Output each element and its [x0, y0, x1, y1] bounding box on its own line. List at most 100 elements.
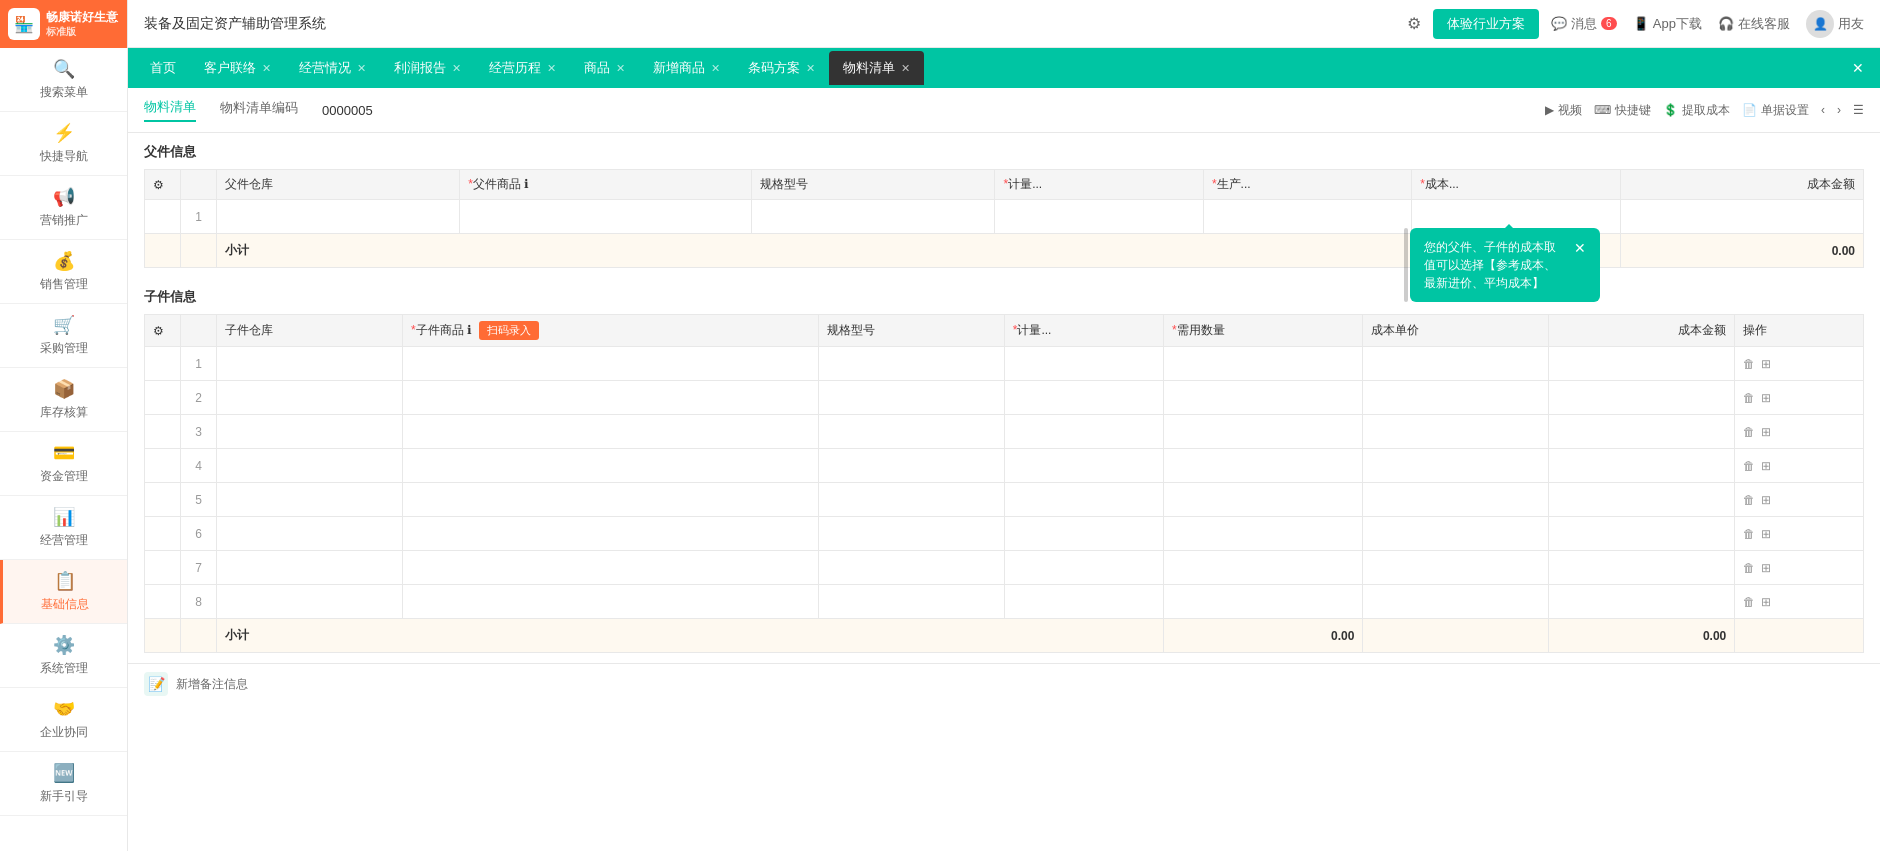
- tab-new-goods[interactable]: 新增商品 ✕: [639, 51, 734, 85]
- child-row-1-goods[interactable]: [402, 347, 818, 381]
- sidebar-item-inventory[interactable]: 📦 库存核算: [0, 368, 127, 432]
- copy-icon-7[interactable]: ⊞: [1761, 561, 1771, 575]
- tab-history[interactable]: 经营历程 ✕: [475, 51, 570, 85]
- parent-row-1-goods[interactable]: [460, 200, 752, 234]
- delete-icon-4[interactable]: 🗑: [1743, 459, 1755, 473]
- sales-icon: 💰: [53, 250, 75, 272]
- tooltip-box: ✕ 您的父件、子件的成本取值可以选择【参考成本、最新进价、平均成本】: [1410, 228, 1600, 302]
- headset-icon: 🎧: [1718, 16, 1734, 31]
- parent-col-warehouse: 父件仓库: [217, 170, 460, 200]
- parent-row-1-produce[interactable]: [1203, 200, 1411, 234]
- child-row-4-action-icons: 🗑 ⊞: [1743, 459, 1855, 473]
- sub-tab-bom-code[interactable]: 物料清单编码: [220, 99, 298, 121]
- parent-row-1-unit[interactable]: [995, 200, 1203, 234]
- child-row-1-unit[interactable]: [1004, 347, 1163, 381]
- child-col-quantity: *需用数量: [1164, 315, 1363, 347]
- child-col-warehouse: 子件仓库: [217, 315, 403, 347]
- video-action[interactable]: ▶ 视频: [1545, 102, 1582, 119]
- close-history-tab[interactable]: ✕: [547, 62, 556, 75]
- search-icon: 🔍: [53, 58, 75, 80]
- sidebar-item-basic-info[interactable]: 📋 基础信息: [0, 560, 127, 624]
- sub-tab-bom[interactable]: 物料清单: [144, 98, 196, 122]
- tab-goods[interactable]: 商品 ✕: [570, 51, 639, 85]
- copy-icon-8[interactable]: ⊞: [1761, 595, 1771, 609]
- parent-row-1-amount: [1620, 200, 1863, 234]
- close-customer-tab[interactable]: ✕: [262, 62, 271, 75]
- close-profit-tab[interactable]: ✕: [452, 62, 461, 75]
- close-all-tabs[interactable]: ✕: [1844, 56, 1872, 80]
- tab-profit[interactable]: 利润报告 ✕: [380, 51, 475, 85]
- extract-cost-action[interactable]: 💲 提取成本: [1663, 102, 1730, 119]
- message-btn[interactable]: 💬 消息 6: [1551, 15, 1617, 33]
- app-download-btn[interactable]: 📱 App下载: [1633, 15, 1702, 33]
- copy-icon-2[interactable]: ⊞: [1761, 391, 1771, 405]
- doc-settings-action[interactable]: 📄 单据设置: [1742, 102, 1809, 119]
- child-row-1-spec[interactable]: [818, 347, 1004, 381]
- child-subtotal-label: 小计: [217, 619, 1164, 653]
- user-menu[interactable]: 👤 用友: [1806, 10, 1864, 38]
- delete-icon-8[interactable]: 🗑: [1743, 595, 1755, 609]
- delete-icon-3[interactable]: 🗑: [1743, 425, 1755, 439]
- child-row-3-action-icons: 🗑 ⊞: [1743, 425, 1855, 439]
- child-row-1-unit-cost[interactable]: [1363, 347, 1549, 381]
- topbar-title: 装备及固定资产辅助管理系统: [144, 15, 1395, 33]
- delete-icon-6[interactable]: 🗑: [1743, 527, 1755, 541]
- copy-icon-3[interactable]: ⊞: [1761, 425, 1771, 439]
- parent-row-1-warehouse[interactable]: [217, 200, 460, 234]
- play-icon: ▶: [1545, 103, 1554, 117]
- tab-home[interactable]: 首页: [136, 51, 190, 85]
- close-barcode-tab[interactable]: ✕: [806, 62, 815, 75]
- copy-icon-6[interactable]: ⊞: [1761, 527, 1771, 541]
- close-goods-tab[interactable]: ✕: [616, 62, 625, 75]
- child-row-1-warehouse[interactable]: [217, 347, 403, 381]
- copy-icon-5[interactable]: ⊞: [1761, 493, 1771, 507]
- child-col-amount: 成本金额: [1549, 315, 1735, 347]
- tooltip-close-btn[interactable]: ✕: [1574, 238, 1586, 259]
- tab-bom[interactable]: 物料清单 ✕: [829, 51, 924, 85]
- nav-next[interactable]: ›: [1837, 103, 1841, 117]
- copy-icon-4[interactable]: ⊞: [1761, 459, 1771, 473]
- sidebar-item-operations[interactable]: 📊 经营管理: [0, 496, 127, 560]
- close-new-goods-tab[interactable]: ✕: [711, 62, 720, 75]
- shortcut-action[interactable]: ⌨ 快捷键: [1594, 102, 1651, 119]
- sidebar-item-purchase[interactable]: 🛒 采购管理: [0, 304, 127, 368]
- child-row-1-quantity[interactable]: [1164, 347, 1363, 381]
- sidebar-item-guide[interactable]: 🆕 新手引导: [0, 752, 127, 816]
- delete-icon-5[interactable]: 🗑: [1743, 493, 1755, 507]
- child-col-settings[interactable]: ⚙: [145, 315, 181, 347]
- sidebar-item-finance[interactable]: 💳 资金管理: [0, 432, 127, 496]
- settings-icon[interactable]: ⚙: [1407, 14, 1421, 33]
- sidebar-item-search[interactable]: 🔍 搜索菜单: [0, 48, 127, 112]
- tab-barcode[interactable]: 条码方案 ✕: [734, 51, 829, 85]
- parent-subtotal-num: [181, 234, 217, 268]
- copy-icon[interactable]: ⊞: [1761, 357, 1771, 371]
- sidebar-item-quick-nav[interactable]: ⚡ 快捷导航: [0, 112, 127, 176]
- child-row-8-action-icons: 🗑 ⊞: [1743, 595, 1855, 609]
- sidebar-item-sales[interactable]: 💰 销售管理: [0, 240, 127, 304]
- delete-icon-2[interactable]: 🗑: [1743, 391, 1755, 405]
- sidebar-item-system[interactable]: ⚙️ 系统管理: [0, 624, 127, 688]
- child-section-title: 子件信息: [144, 288, 1864, 306]
- bottom-text[interactable]: 新增备注信息: [176, 676, 248, 693]
- try-industry-btn[interactable]: 体验行业方案: [1433, 9, 1539, 39]
- menu-icon-action[interactable]: ☰: [1853, 103, 1864, 117]
- sub-header: 物料清单 物料清单编码 0000005 ▶ 视频 ⌨ 快捷键 💲 提取成本: [128, 88, 1880, 133]
- sidebar-item-marketing[interactable]: 📢 营销推广: [0, 176, 127, 240]
- avatar: 👤: [1806, 10, 1834, 38]
- child-row-1-action: 🗑 ⊞: [1735, 347, 1864, 381]
- close-operations-tab[interactable]: ✕: [357, 62, 366, 75]
- parent-subtotal-row: 小计 0.00: [145, 234, 1864, 268]
- sidebar-item-enterprise[interactable]: 🤝 企业协同: [0, 688, 127, 752]
- child-row-6-action-icons: 🗑 ⊞: [1743, 527, 1855, 541]
- bottom-area: 📝 新增备注信息: [128, 663, 1880, 704]
- close-bom-tab[interactable]: ✕: [901, 62, 910, 75]
- online-service-btn[interactable]: 🎧 在线客服: [1718, 15, 1790, 33]
- parent-row-1-spec[interactable]: [752, 200, 995, 234]
- scan-input-btn[interactable]: 扫码录入: [479, 321, 539, 340]
- parent-col-settings[interactable]: ⚙: [145, 170, 181, 200]
- tab-customer[interactable]: 客户联络 ✕: [190, 51, 285, 85]
- delete-icon-7[interactable]: 🗑: [1743, 561, 1755, 575]
- nav-prev[interactable]: ‹: [1821, 103, 1825, 117]
- delete-icon[interactable]: 🗑: [1743, 357, 1755, 371]
- tab-operations[interactable]: 经营情况 ✕: [285, 51, 380, 85]
